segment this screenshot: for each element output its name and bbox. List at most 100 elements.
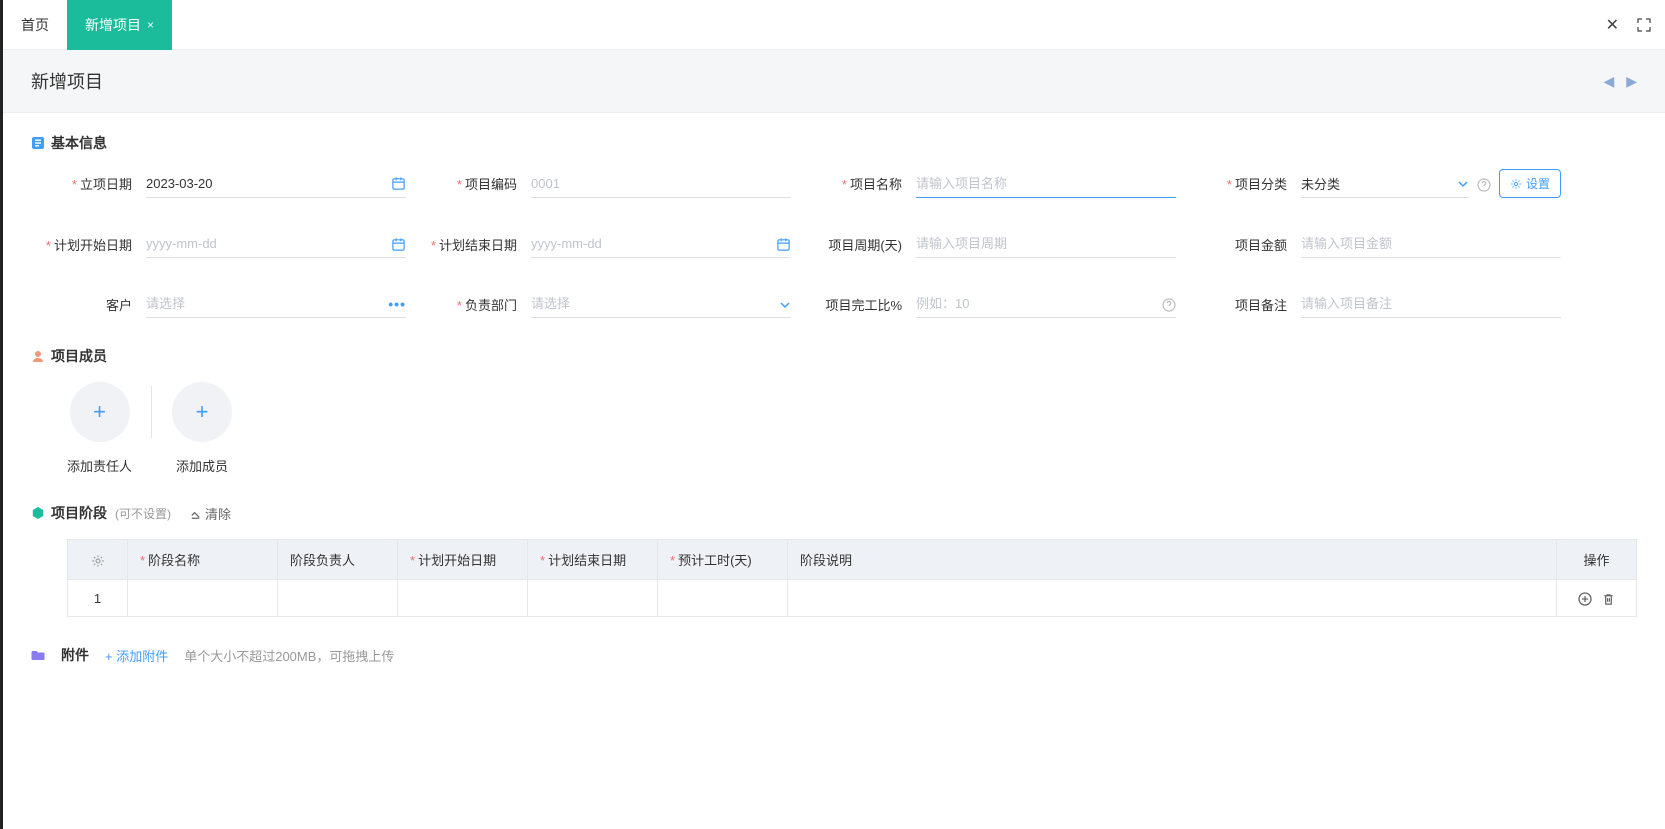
label-pct: 项目完工比%: [825, 298, 902, 313]
th-stage-owner: 阶段负责人: [278, 540, 398, 580]
input-dept[interactable]: [531, 294, 791, 313]
add-owner-button[interactable]: +: [70, 382, 130, 442]
th-stage-op: 操作: [1557, 540, 1637, 580]
input-name[interactable]: [916, 174, 1176, 193]
calendar-icon[interactable]: [391, 175, 406, 192]
label-customer: 客户: [106, 298, 132, 313]
th-stage-name: 阶段名称: [128, 540, 278, 580]
table-row: 1: [68, 580, 1637, 617]
label-remark: 项目备注: [1235, 298, 1287, 313]
close-icon[interactable]: ✕: [1606, 15, 1619, 35]
attach-hint: 单个大小不超过200MB，可拖拽上传: [184, 646, 394, 665]
section-stages: 项目阶段 (可不设置) 清除 阶段名称 阶段负责人: [31, 503, 1637, 617]
help-icon[interactable]: [1162, 295, 1176, 311]
ellipsis-icon[interactable]: •••: [388, 296, 406, 312]
hexagon-icon: [31, 506, 45, 520]
close-icon[interactable]: ×: [147, 18, 154, 32]
th-stage-start: 计划开始日期: [398, 540, 528, 580]
gear-icon: [1510, 177, 1522, 191]
add-member-button[interactable]: +: [172, 382, 232, 442]
input-remark[interactable]: [1301, 294, 1561, 313]
field-plan-start[interactable]: [146, 230, 406, 258]
cell-stage-start[interactable]: [398, 580, 528, 617]
input-plan-start[interactable]: [146, 234, 406, 253]
nav-prev-icon[interactable]: ◀: [1603, 73, 1614, 90]
section-title-stages: 项目阶段: [51, 503, 107, 523]
field-customer[interactable]: •••: [146, 290, 406, 318]
tab-new-project[interactable]: 新增项目 ×: [67, 0, 172, 50]
add-member-label: 添加成员: [176, 456, 228, 475]
section-title-members: 项目成员: [51, 346, 107, 366]
field-pct[interactable]: [916, 290, 1176, 318]
help-icon[interactable]: [1477, 175, 1491, 191]
label-plan-end: 计划结束日期: [439, 238, 517, 253]
chevron-down-icon[interactable]: [779, 296, 791, 312]
section-attach: 附件 + 添加附件 单个大小不超过200MB，可拖拽上传: [31, 645, 1637, 665]
stages-hint: (可不设置): [115, 505, 171, 522]
label-period: 项目周期(天): [828, 238, 902, 253]
add-owner: + 添加责任人: [67, 382, 132, 475]
input-pct[interactable]: [916, 294, 1176, 313]
fullscreen-icon[interactable]: [1637, 16, 1651, 34]
label-amount: 项目金额: [1235, 238, 1287, 253]
section-title-basic: 基本信息: [51, 133, 107, 153]
input-amount[interactable]: [1301, 234, 1561, 253]
stages-clear-button[interactable]: 清除: [189, 504, 231, 523]
input-code[interactable]: [531, 174, 791, 193]
input-plan-end[interactable]: [531, 234, 791, 253]
nav-next-icon[interactable]: ▶: [1626, 73, 1637, 90]
field-date[interactable]: 2023-03-20: [146, 170, 406, 198]
info-icon: [31, 136, 45, 150]
section-members: 项目成员 + 添加责任人 + 添加成员: [31, 346, 1637, 475]
tabs-bar: 首页 新增项目 × ✕: [3, 0, 1665, 50]
section-basic-info: 基本信息 *立项日期 2023-03-20 *项目编码 *项目名称: [31, 133, 1637, 318]
person-icon: [31, 349, 45, 363]
input-period[interactable]: [916, 234, 1176, 253]
input-customer[interactable]: [146, 294, 406, 313]
field-category[interactable]: 未分类: [1301, 170, 1469, 198]
field-dept[interactable]: [531, 290, 791, 318]
value-category: 未分类: [1301, 174, 1469, 193]
calendar-icon[interactable]: [776, 235, 791, 252]
stages-table: 阶段名称 阶段负责人 计划开始日期 计划结束日期 预计工时(天) 阶段说明 操作…: [67, 539, 1637, 617]
label-date: 立项日期: [80, 177, 132, 192]
label-dept: 负责部门: [465, 298, 517, 313]
field-period[interactable]: [916, 230, 1176, 258]
folder-icon: [31, 648, 45, 662]
cell-idx: 1: [68, 580, 128, 617]
row-add-button[interactable]: [1578, 590, 1592, 606]
row-delete-button[interactable]: [1602, 590, 1615, 606]
chevron-down-icon[interactable]: [1457, 175, 1469, 191]
gear-icon[interactable]: [91, 551, 105, 567]
th-stage-hours: 预计工时(天): [658, 540, 788, 580]
field-code[interactable]: [531, 170, 791, 198]
add-attachment-button[interactable]: + 添加附件: [105, 646, 168, 665]
page-header: 新增项目 ◀ ▶: [3, 50, 1665, 113]
clear-icon: [189, 505, 202, 520]
cell-stage-end[interactable]: [528, 580, 658, 617]
tab-home[interactable]: 首页: [3, 0, 67, 50]
stages-clear-label: 清除: [205, 504, 231, 523]
th-stage-end: 计划结束日期: [528, 540, 658, 580]
cell-stage-hours[interactable]: [658, 580, 788, 617]
label-plan-start: 计划开始日期: [54, 238, 132, 253]
calendar-icon[interactable]: [391, 235, 406, 252]
settings-button-label: 设置: [1526, 175, 1550, 192]
value-date: 2023-03-20: [146, 176, 406, 191]
add-owner-label: 添加责任人: [67, 456, 132, 475]
field-name[interactable]: [916, 170, 1176, 198]
label-category: 项目分类: [1235, 177, 1287, 192]
page-title: 新增项目: [31, 68, 103, 94]
label-code: 项目编码: [465, 177, 517, 192]
settings-button[interactable]: 设置: [1499, 169, 1561, 198]
field-amount[interactable]: [1301, 230, 1561, 258]
field-remark[interactable]: [1301, 290, 1561, 318]
cell-stage-owner[interactable]: [278, 580, 398, 617]
th-stage-desc: 阶段说明: [788, 540, 1557, 580]
tab-new-project-label: 新增项目: [85, 15, 141, 35]
cell-stage-desc[interactable]: [788, 580, 1557, 617]
label-name: 项目名称: [850, 177, 902, 192]
field-plan-end[interactable]: [531, 230, 791, 258]
cell-stage-name[interactable]: [128, 580, 278, 617]
add-member: + 添加成员: [172, 382, 232, 475]
